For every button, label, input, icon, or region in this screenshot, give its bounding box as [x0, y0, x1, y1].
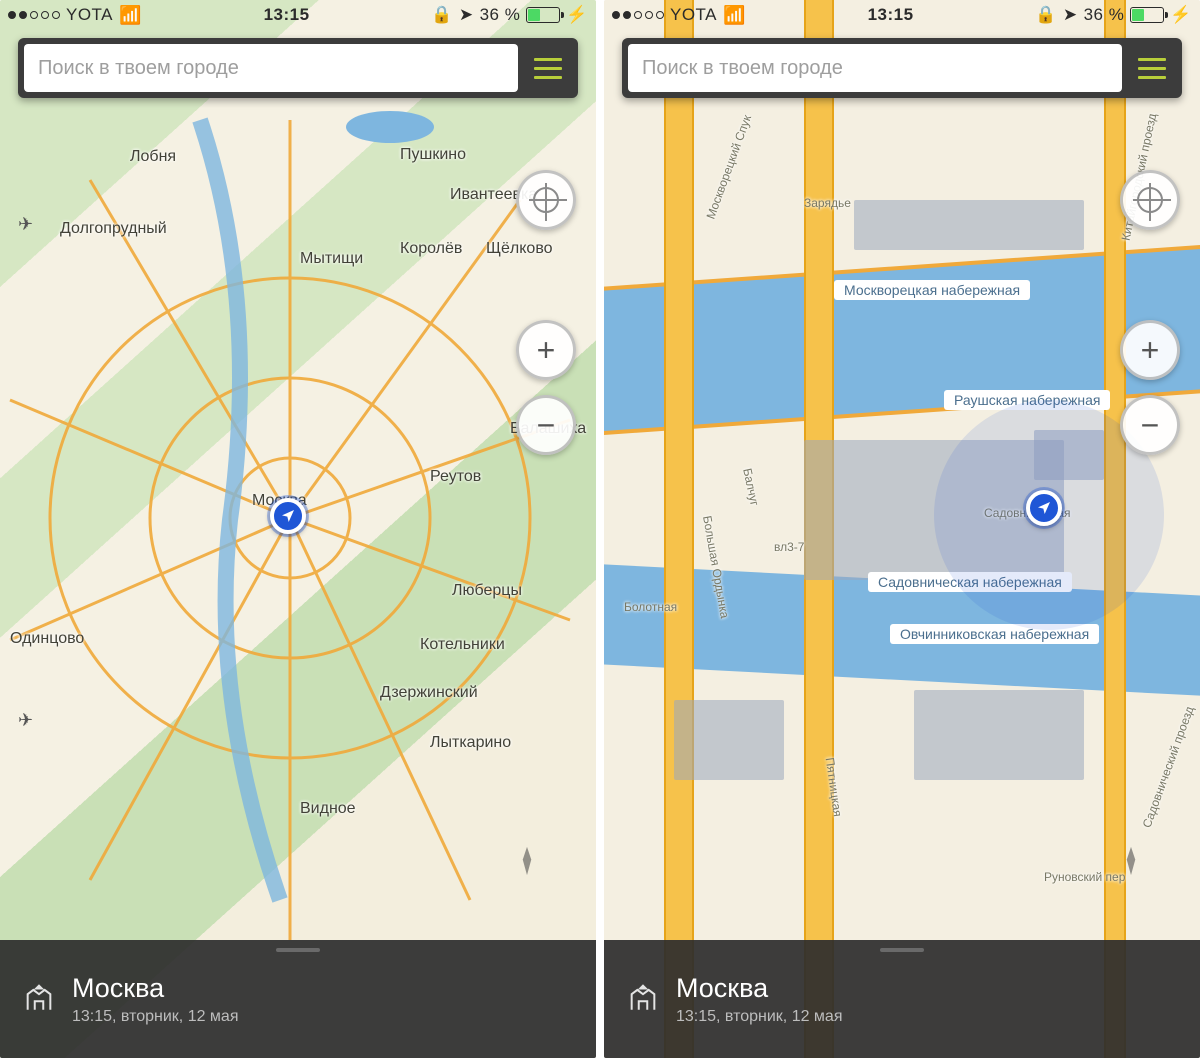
map-place-label: Щёлково — [486, 240, 553, 258]
sheet-handle-icon[interactable] — [276, 948, 320, 952]
menu-button[interactable] — [524, 44, 572, 92]
map-place-label: Лыткарино — [430, 734, 511, 752]
zoom-out-button[interactable]: − — [1120, 395, 1180, 455]
crosshair-icon — [1137, 187, 1163, 213]
battery-pct-label: 36 % — [1084, 5, 1125, 25]
search-input[interactable] — [628, 44, 1122, 92]
map-place-label: Реутов — [430, 468, 481, 486]
minus-icon: − — [537, 409, 556, 441]
bottom-sheet[interactable]: Москва 13:15, вторник, 12 мая — [604, 940, 1200, 1058]
carrier-label: YOTA — [670, 5, 717, 25]
map-place-label: Одинцово — [10, 630, 84, 648]
status-bar: YOTA 📶 13:15 🔒 ➤ 36 % ⚡ — [0, 0, 596, 30]
battery-icon — [1130, 7, 1164, 23]
city-icon — [22, 980, 56, 1019]
signal-strength-icon — [8, 11, 60, 19]
sheet-datetime-label: 13:15, вторник, 12 мая — [676, 1008, 843, 1026]
my-location-pin — [1026, 490, 1062, 526]
compass-icon[interactable] — [510, 844, 544, 878]
battery-icon — [526, 7, 560, 23]
search-bar — [622, 38, 1182, 98]
sheet-city-label: Москва — [72, 973, 239, 1004]
clock-label: 13:15 — [264, 5, 310, 25]
minus-icon: − — [1141, 409, 1160, 441]
search-input[interactable] — [24, 44, 518, 92]
zoom-in-button[interactable]: + — [1120, 320, 1180, 380]
lock-icon: 🔒 — [431, 5, 453, 25]
phone-left: Москва ✈ ✈ ЛобняПушкиноИвантеевкаДолгопр… — [0, 0, 596, 1058]
building-block — [854, 200, 1084, 250]
compass-icon[interactable] — [1114, 844, 1148, 878]
sheet-handle-icon[interactable] — [880, 948, 924, 952]
charging-icon: ⚡ — [1170, 5, 1192, 25]
map-street-label: Балчуг — [740, 467, 762, 507]
plus-icon: + — [1141, 334, 1160, 366]
locate-me-button[interactable] — [516, 170, 576, 230]
bottom-sheet[interactable]: Москва 13:15, вторник, 12 мая — [0, 940, 596, 1058]
map-place-label: Дзержинский — [380, 684, 478, 702]
map-street-label: вл3-7 — [774, 540, 804, 554]
map-place-label: Пушкино — [400, 146, 466, 164]
my-location-pin — [270, 498, 306, 534]
phone-right: Москворецкая набережнаяРаушская набережн… — [604, 0, 1200, 1058]
sheet-datetime-label: 13:15, вторник, 12 мая — [72, 1008, 239, 1026]
zoom-out-button[interactable]: − — [516, 395, 576, 455]
map-place-label: Мытищи — [300, 250, 363, 268]
signal-strength-icon — [612, 11, 664, 19]
map-place-label: Видное — [300, 800, 356, 818]
wifi-icon: 📶 — [723, 5, 746, 26]
battery-pct-label: 36 % — [480, 5, 521, 25]
zoom-in-button[interactable]: + — [516, 320, 576, 380]
status-bar: YOTA 📶 13:15 🔒 ➤ 36 % ⚡ — [604, 0, 1200, 30]
map-street-label: Садовнический проезд — [1140, 704, 1197, 829]
map-place-label: Люберцы — [452, 582, 522, 600]
clock-label: 13:15 — [868, 5, 914, 25]
sheet-city-label: Москва — [676, 973, 843, 1004]
map-place-label: Королёв — [400, 240, 462, 258]
city-icon — [626, 980, 660, 1019]
locate-me-button[interactable] — [1120, 170, 1180, 230]
building-block — [674, 700, 784, 780]
lock-icon: 🔒 — [1035, 5, 1057, 25]
charging-icon: ⚡ — [566, 5, 588, 25]
carrier-label: YOTA — [66, 5, 113, 25]
location-services-icon: ➤ — [1063, 5, 1078, 25]
map-street-label: Москворецкий Спук — [703, 113, 754, 221]
map-place-label: Котельники — [420, 636, 505, 654]
plus-icon: + — [537, 334, 556, 366]
map-place-label: Долгопрудный — [60, 220, 167, 238]
search-bar — [18, 38, 578, 98]
building-block — [914, 690, 1084, 780]
menu-button[interactable] — [1128, 44, 1176, 92]
location-services-icon: ➤ — [459, 5, 474, 25]
wifi-icon: 📶 — [119, 5, 142, 26]
crosshair-icon — [533, 187, 559, 213]
map-place-label: Лобня — [130, 148, 176, 166]
airport-icon: ✈ — [18, 710, 33, 731]
airport-icon: ✈ — [18, 214, 33, 235]
